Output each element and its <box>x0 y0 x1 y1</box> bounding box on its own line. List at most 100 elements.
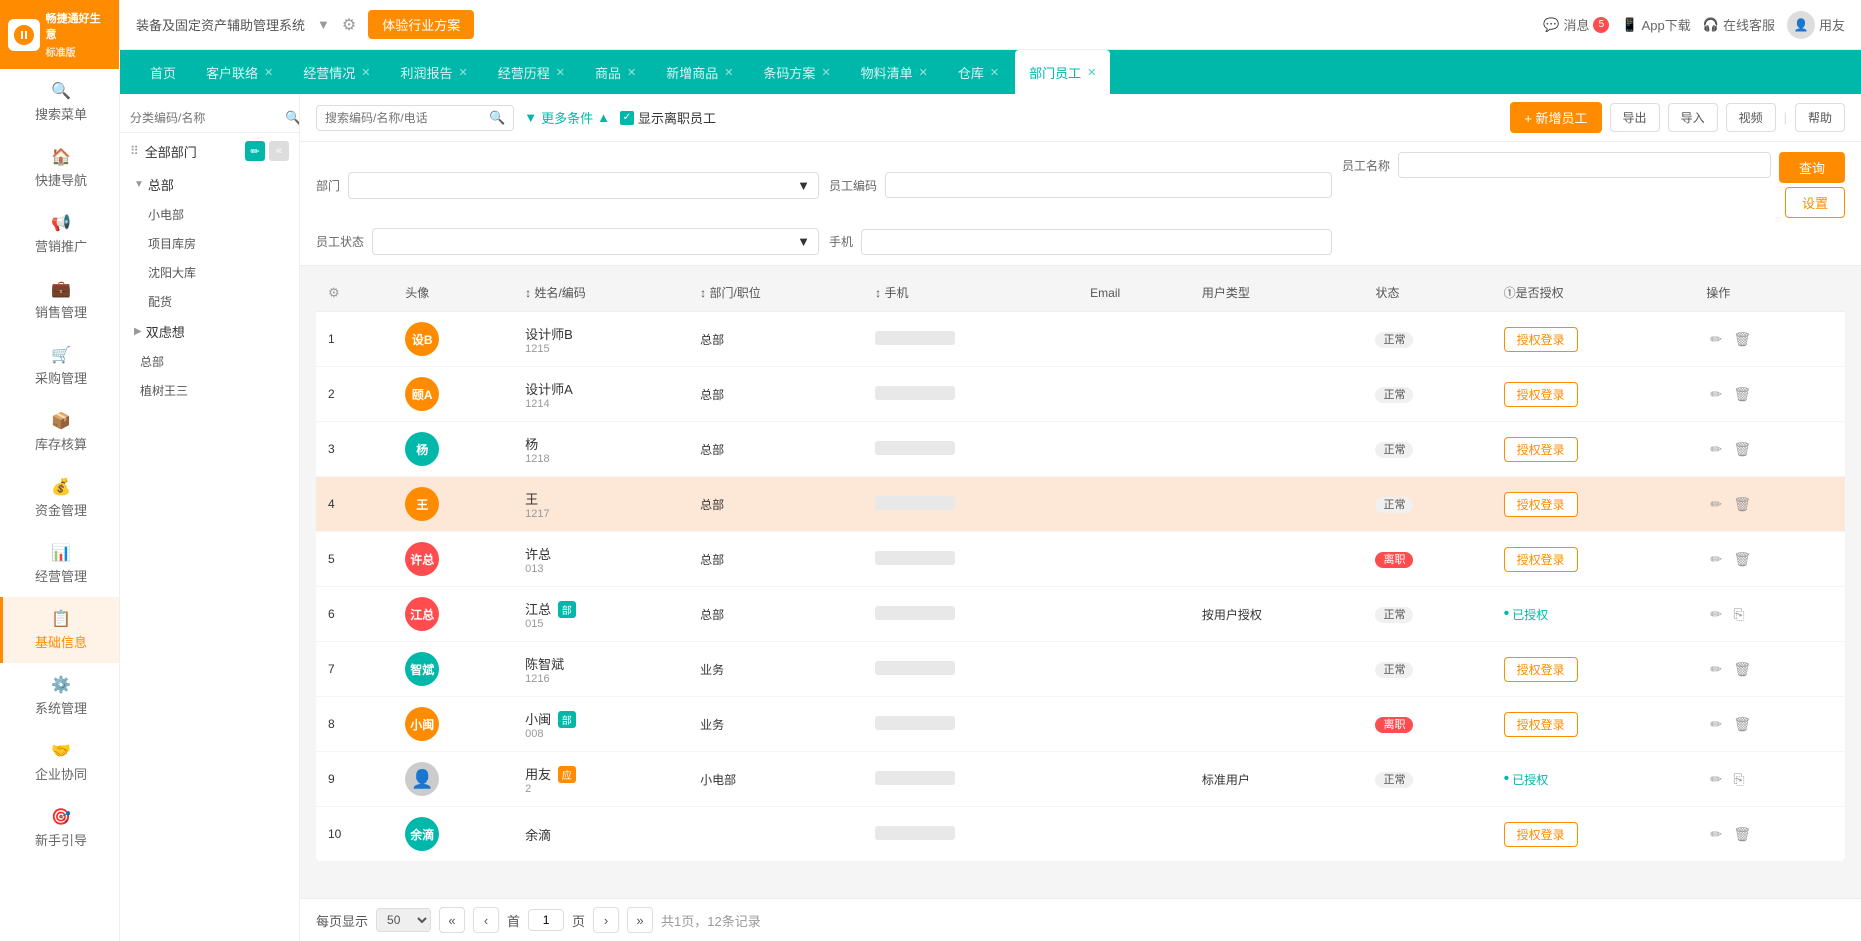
dept-item-small-elec[interactable]: 小电部 <box>120 200 299 229</box>
edit-btn[interactable]: ✏ <box>1706 604 1726 624</box>
edit-btn[interactable]: ✏ <box>1706 714 1726 734</box>
delete-btn[interactable]: 🗑 <box>1729 384 1755 404</box>
edit-btn[interactable]: ✏ <box>1706 659 1726 679</box>
copy-btn[interactable]: ⎘ <box>1729 604 1748 624</box>
auth-btn[interactable]: 授权登录 <box>1504 327 1578 352</box>
delete-btn[interactable]: 🗑 <box>1729 824 1755 844</box>
sidebar-item-finance[interactable]: 💰 资金管理 <box>0 465 119 531</box>
edit-btn[interactable]: ✏ <box>1706 549 1726 569</box>
auth-btn[interactable]: 授权登录 <box>1504 437 1578 462</box>
tab-warehouse[interactable]: 仓库✕ <box>944 50 1013 94</box>
tab-home[interactable]: 首页 <box>136 50 190 94</box>
sidebar-item-system[interactable]: ⚙️ 系统管理 <box>0 663 119 729</box>
delete-btn[interactable]: 🗑 <box>1729 659 1755 679</box>
delete-btn[interactable]: 🗑 <box>1729 329 1755 349</box>
tab-add-goods[interactable]: 新增商品✕ <box>652 50 747 94</box>
sidebar-item-collab[interactable]: 🤝 企业协同 <box>0 729 119 795</box>
search-input[interactable] <box>325 111 485 125</box>
phone-input[interactable] <box>861 229 1332 255</box>
dept-filter-select[interactable]: ▼ <box>348 172 819 199</box>
set-btn[interactable]: 设置 <box>1785 187 1845 218</box>
export-btn[interactable]: 导出 <box>1610 103 1660 132</box>
col-phone[interactable]: ↕ 手机 <box>863 274 1078 312</box>
edit-btn[interactable]: ✏ <box>1706 329 1726 349</box>
col-settings[interactable]: ⚙ <box>316 274 393 312</box>
close-icon[interactable]: ✕ <box>556 66 565 79</box>
auth-btn[interactable]: 授权登录 <box>1504 822 1578 847</box>
sidebar-item-nav[interactable]: 🏠 快捷导航 <box>0 135 119 201</box>
dept-search-input[interactable] <box>130 111 285 125</box>
tab-journey[interactable]: 经营历程✕ <box>484 50 579 94</box>
sidebar-item-inventory[interactable]: 📦 库存核算 <box>0 399 119 465</box>
prev-page-btn[interactable]: ‹ <box>473 907 499 933</box>
col-name[interactable]: ↕ 姓名/编码 <box>513 274 688 312</box>
sidebar-item-basic-info[interactable]: 📋 基础信息 <box>0 597 119 663</box>
auth-btn[interactable]: 授权登录 <box>1504 657 1578 682</box>
tab-profit[interactable]: 利润报告✕ <box>386 50 481 94</box>
edit-btn[interactable]: ✏ <box>1706 384 1726 404</box>
close-icon[interactable]: ✕ <box>361 66 370 79</box>
close-icon[interactable]: ✕ <box>821 66 830 79</box>
import-btn[interactable]: 导入 <box>1668 103 1718 132</box>
sidebar-item-purchase[interactable]: 🛒 采购管理 <box>0 333 119 399</box>
delete-btn[interactable]: 🗑 <box>1729 494 1755 514</box>
tab-goods[interactable]: 商品✕ <box>581 50 650 94</box>
online-service-action[interactable]: 🎧 在线客服 <box>1703 15 1775 34</box>
emp-code-input[interactable] <box>885 172 1332 198</box>
dept-item-delivery[interactable]: 配货 <box>120 287 299 316</box>
emp-status-select[interactable]: ▼ <box>372 228 819 255</box>
auth-btn[interactable]: 授权登录 <box>1504 492 1578 517</box>
message-action[interactable]: 💬 消息 5 <box>1543 15 1609 34</box>
col-dept[interactable]: ↕ 部门/职位 <box>688 274 863 312</box>
dept-group-dual[interactable]: ▶ 双虑想 <box>120 316 299 347</box>
close-icon[interactable]: ✕ <box>724 66 733 79</box>
edit-dept-btn[interactable]: ✏ <box>245 141 265 161</box>
delete-btn[interactable]: 🗑 <box>1729 439 1755 459</box>
auth-btn[interactable]: 授权登录 <box>1504 382 1578 407</box>
query-btn[interactable]: 查询 <box>1779 152 1845 183</box>
help-btn[interactable]: 帮助 <box>1795 103 1845 132</box>
dept-item-tree[interactable]: 植树王三 <box>120 376 299 405</box>
close-icon[interactable]: ✕ <box>459 66 468 79</box>
show-resign-toggle[interactable]: ✓ 显示离职员工 <box>620 108 716 127</box>
sidebar-item-operations[interactable]: 📊 经营管理 <box>0 531 119 597</box>
auth-btn[interactable]: 授权登录 <box>1504 547 1578 572</box>
tab-customer[interactable]: 客户联络✕ <box>192 50 287 94</box>
add-employee-btn[interactable]: + 新增员工 <box>1510 102 1601 133</box>
search-btn-icon[interactable]: 🔍 <box>489 110 505 126</box>
collapse-btn[interactable]: « <box>269 141 289 161</box>
tab-bom[interactable]: 物料清单✕ <box>847 50 942 94</box>
dept-item-project[interactable]: 项目库房 <box>120 229 299 258</box>
trial-btn[interactable]: 体验行业方案 <box>368 10 474 39</box>
emp-name-input[interactable] <box>1398 152 1771 178</box>
page-input[interactable] <box>528 909 564 931</box>
tab-business[interactable]: 经营情况✕ <box>289 50 384 94</box>
edit-btn[interactable]: ✏ <box>1706 769 1726 789</box>
sidebar-item-marketing[interactable]: 📢 营销推广 <box>0 201 119 267</box>
tab-employees[interactable]: 部门员工✕ <box>1015 50 1110 94</box>
copy-btn[interactable]: ⎘ <box>1729 769 1748 789</box>
settings-icon[interactable]: ⚙ <box>342 15 356 35</box>
tab-barcode[interactable]: 条码方案✕ <box>749 50 844 94</box>
dept-item-hq[interactable]: 总部 <box>120 347 299 376</box>
close-icon[interactable]: ✕ <box>990 66 999 79</box>
close-icon[interactable]: ✕ <box>919 66 928 79</box>
edit-btn[interactable]: ✏ <box>1706 494 1726 514</box>
auth-btn[interactable]: 授权登录 <box>1504 712 1578 737</box>
close-icon[interactable]: ✕ <box>627 66 636 79</box>
more-conditions-btn[interactable]: ▼ 更多条件 ▲ <box>524 108 610 127</box>
sidebar-item-search[interactable]: 🔍 搜索菜单 <box>0 69 119 135</box>
first-page-btn[interactable]: « <box>439 907 465 933</box>
dropdown-icon[interactable]: ▼ <box>317 17 330 32</box>
delete-btn[interactable]: 🗑 <box>1729 549 1755 569</box>
close-icon[interactable]: ✕ <box>264 66 273 79</box>
next-page-btn[interactable]: › <box>593 907 619 933</box>
delete-btn[interactable]: 🗑 <box>1729 714 1755 734</box>
dept-group-general[interactable]: ▼ 总部 <box>120 169 299 200</box>
sidebar-item-guide[interactable]: 🎯 新手引导 <box>0 795 119 861</box>
close-icon[interactable]: ✕ <box>1087 66 1096 79</box>
app-download-action[interactable]: 📱 App下载 <box>1621 15 1690 34</box>
edit-btn[interactable]: ✏ <box>1706 439 1726 459</box>
edit-btn[interactable]: ✏ <box>1706 824 1726 844</box>
view-btn[interactable]: 视频 <box>1726 103 1776 132</box>
